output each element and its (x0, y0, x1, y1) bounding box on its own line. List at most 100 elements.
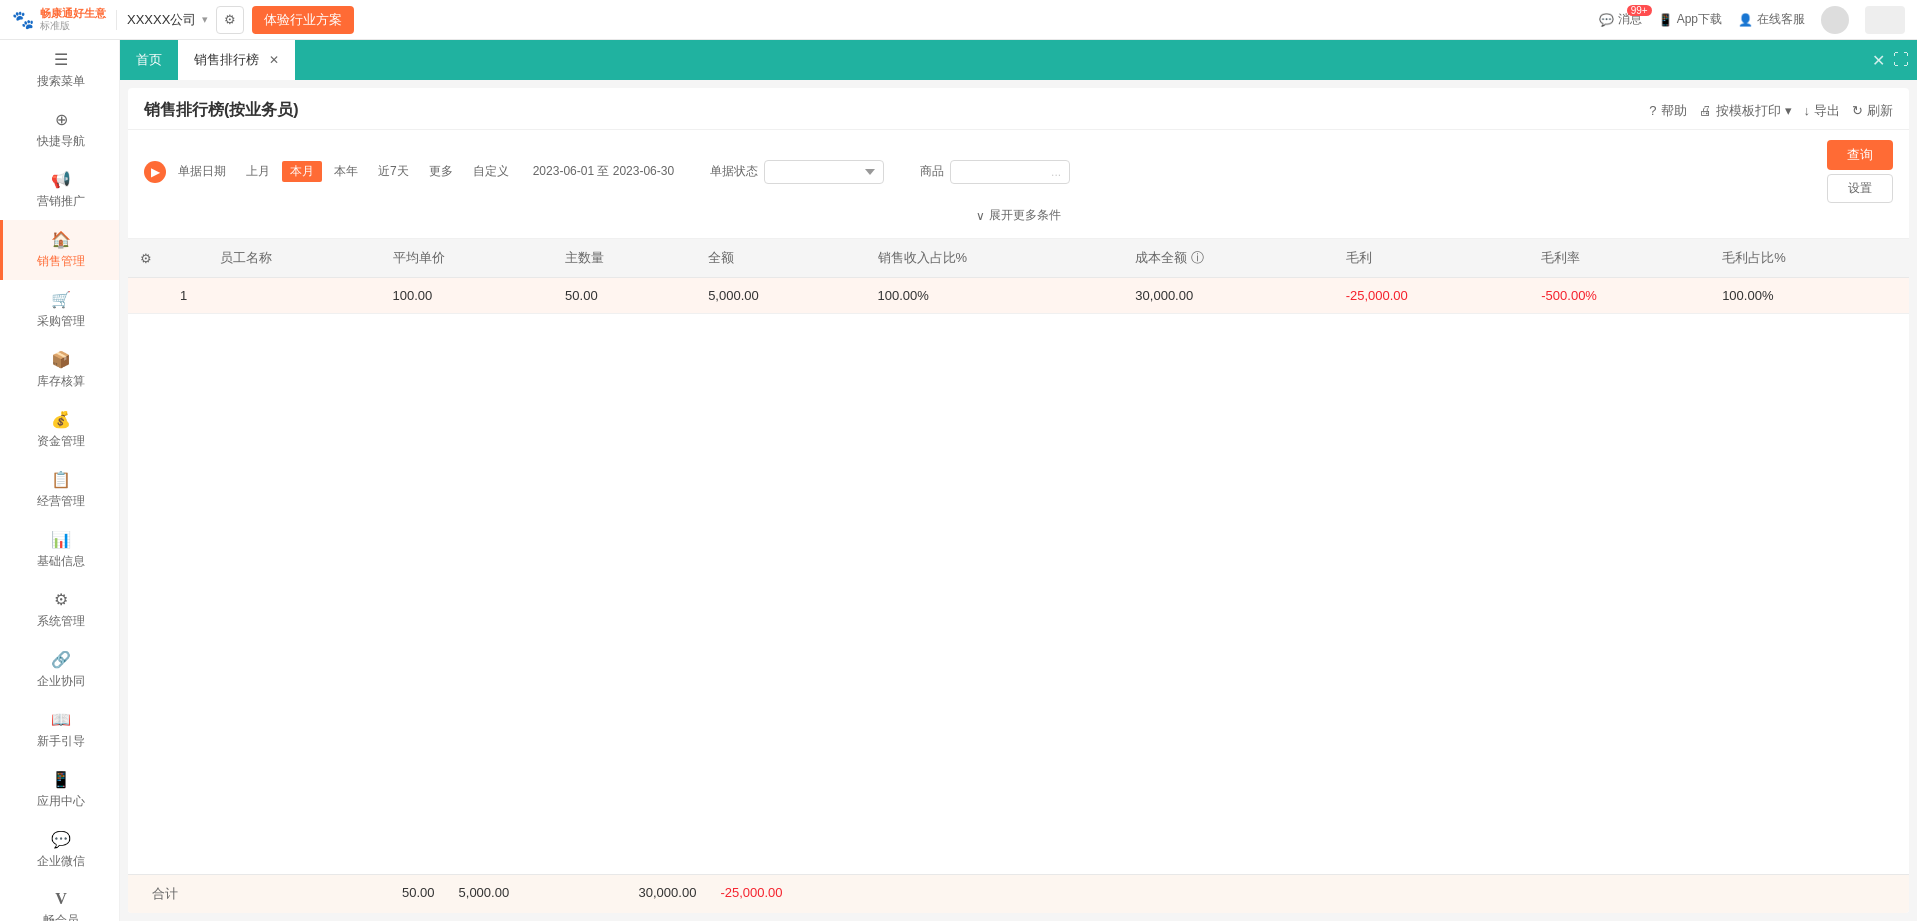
row-cost: 30,000.00 (1123, 278, 1333, 314)
finance-icon: 💰 (51, 410, 71, 429)
trial-button[interactable]: 体验行业方案 (252, 6, 354, 34)
company-selector[interactable]: 🐾 畅康通好生意 标准版 XXXXX公司 ▾ (12, 7, 208, 32)
sidebar-item-sales[interactable]: 🏠 销售管理 (0, 220, 119, 280)
tab-bar: 首页 销售排行榜 ✕ ✕ ⛶ (120, 40, 1917, 80)
wechat-icon: 💬 (51, 830, 71, 849)
footer-qty: 50.00 (390, 885, 447, 903)
online-service-label: 在线客服 (1757, 11, 1805, 28)
page-header: 销售排行榜(按业务员) ? 帮助 🖨 按模板打印 ▾ ↓ (128, 88, 1909, 130)
export-icon: ↓ (1804, 103, 1811, 118)
sidebar-item-wechat[interactable]: 💬 企业微信 (0, 820, 119, 880)
date-tab-last-month[interactable]: 上月 (238, 161, 278, 182)
col-cost: 成本全额 ⓘ (1123, 239, 1333, 278)
status-filter-section: 单据状态 (710, 160, 884, 184)
tab-home[interactable]: 首页 (120, 40, 178, 80)
col-profit-pct: 毛利占比% (1710, 239, 1909, 278)
tab-close-all-icon[interactable]: ✕ (1872, 51, 1885, 70)
sidebar-item-business[interactable]: 📋 经营管理 (0, 460, 119, 520)
date-tab-this-year[interactable]: 本年 (326, 161, 366, 182)
sidebar-item-marketing[interactable]: 📢 营销推广 (0, 160, 119, 220)
search-order-icon: ☰ (54, 50, 68, 69)
status-label: 单据状态 (710, 163, 758, 180)
sidebar-item-member[interactable]: V 畅会员 (0, 880, 119, 921)
chevron-down-icon: ∨ (976, 209, 985, 223)
sidebar-item-finance[interactable]: 💰 资金管理 (0, 400, 119, 460)
chevron-down-icon[interactable]: ▾ (202, 13, 208, 26)
app-sub: 标准版 (40, 20, 106, 32)
footer-profit: -25,000.00 (708, 885, 794, 903)
col-name: 员工名称 (208, 239, 381, 278)
date-tabs: 上月 本月 本年 近7天 更多 自定义 (238, 161, 517, 182)
date-tab-7days[interactable]: 近7天 (370, 161, 417, 182)
date-tab-this-month[interactable]: 本月 (282, 161, 322, 182)
sidebar-item-purchase[interactable]: 🛒 采购管理 (0, 280, 119, 340)
table-wrapper: ⚙ 员工名称 平均单价 主数量 全额 销售收入占比% 成本全额 ⓘ 毛利 毛 (128, 239, 1909, 874)
page-content: 销售排行榜(按业务员) ? 帮助 🖨 按模板打印 ▾ ↓ (120, 80, 1917, 921)
refresh-button[interactable]: ↻ 刷新 (1852, 102, 1893, 120)
basic-icon: 📊 (51, 530, 71, 549)
company-name: XXXXX公司 (127, 11, 196, 29)
sidebar-item-label: 畅会员 (43, 912, 79, 921)
tab-home-label: 首页 (136, 51, 162, 69)
footer-amount: 5,000.00 (447, 885, 547, 903)
app-name: 畅康通好生意 (40, 7, 106, 20)
tab-sales-rank[interactable]: 销售排行榜 ✕ (178, 40, 295, 80)
divider (116, 10, 117, 30)
sidebar-item-guide[interactable]: 📖 新手引导 (0, 700, 119, 760)
sidebar-item-label: 搜索菜单 (37, 73, 85, 90)
sidebar-item-label: 应用中心 (37, 793, 85, 810)
app-download-item[interactable]: 📱 App下载 (1658, 11, 1722, 28)
help-icon: ? (1649, 103, 1656, 118)
member-icon: V (55, 890, 67, 908)
status-select[interactable] (764, 160, 884, 184)
date-tab-more[interactable]: 更多 (421, 161, 461, 182)
row-profit-pct: 100.00% (1710, 278, 1909, 314)
help-button[interactable]: ? 帮助 (1649, 102, 1686, 120)
sidebar-item-quick-nav[interactable]: ⊕ 快捷导航 (0, 100, 119, 160)
sidebar-item-system[interactable]: ⚙ 系统管理 (0, 580, 119, 640)
online-service-item[interactable]: 👤 在线客服 (1738, 11, 1805, 28)
apps-icon: 📱 (51, 770, 71, 789)
sidebar-item-label: 快捷导航 (37, 133, 85, 150)
main-layout: ☰ 搜索菜单 ⊕ 快捷导航 📢 营销推广 🏠 销售管理 🛒 采购管理 📦 库存核… (0, 40, 1917, 921)
table-footer: 合计 50.00 5,000.00 30,000.00 -25,000.00 (128, 874, 1909, 913)
tab-close-icon[interactable]: ✕ (269, 53, 279, 67)
footer-label: 合计 (140, 885, 190, 903)
sidebar-item-basic[interactable]: 📊 基础信息 (0, 520, 119, 580)
avatar[interactable] (1821, 6, 1849, 34)
business-icon: 📋 (51, 470, 71, 489)
sidebar-item-apps[interactable]: 📱 应用中心 (0, 760, 119, 820)
quick-nav-icon: ⊕ (55, 110, 68, 129)
col-settings[interactable]: ⚙ (128, 239, 168, 278)
goods-label: 商品 (920, 163, 944, 180)
col-amount: 全额 (696, 239, 865, 278)
user-name-area[interactable] (1865, 6, 1905, 34)
service-icon: 👤 (1738, 13, 1753, 27)
sidebar-item-label: 采购管理 (37, 313, 85, 330)
sidebar-item-label: 经营管理 (37, 493, 85, 510)
settings-button[interactable]: 设置 (1827, 174, 1893, 203)
export-button[interactable]: ↓ 导出 (1804, 102, 1841, 120)
sidebar-item-collab[interactable]: 🔗 企业协同 (0, 640, 119, 700)
purchase-icon: 🛒 (51, 290, 71, 309)
sales-icon: 🏠 (51, 230, 71, 249)
row-sales-pct: 100.00% (866, 278, 1124, 314)
tab-maximize-icon[interactable]: ⛶ (1893, 51, 1909, 69)
settings-icon[interactable]: ⚙ (216, 6, 244, 34)
sidebar-item-label: 基础信息 (37, 553, 85, 570)
filter-collapse-btn[interactable]: ▶ (144, 161, 166, 183)
page-inner: 销售排行榜(按业务员) ? 帮助 🖨 按模板打印 ▾ ↓ (128, 88, 1909, 913)
date-tab-custom[interactable]: 自定义 (465, 161, 517, 182)
message-badge: 99+ (1627, 5, 1652, 16)
query-button[interactable]: 查询 (1827, 140, 1893, 170)
table-row: 1 100.00 50.00 5,000.00 100.00% 30,000.0… (128, 278, 1909, 314)
col-rank (168, 239, 208, 278)
goods-input[interactable]: ... (950, 160, 1070, 184)
sidebar-item-search-order[interactable]: ☰ 搜索菜单 (0, 40, 119, 100)
col-avg-price: 平均单价 (381, 239, 554, 278)
message-item[interactable]: 💬 消息 99+ (1599, 11, 1642, 28)
sidebar-item-inventory[interactable]: 📦 库存核算 (0, 340, 119, 400)
sidebar-item-label: 企业微信 (37, 853, 85, 870)
print-button[interactable]: 🖨 按模板打印 ▾ (1699, 102, 1792, 120)
expand-more-button[interactable]: ∨ 展开更多条件 (144, 203, 1893, 228)
